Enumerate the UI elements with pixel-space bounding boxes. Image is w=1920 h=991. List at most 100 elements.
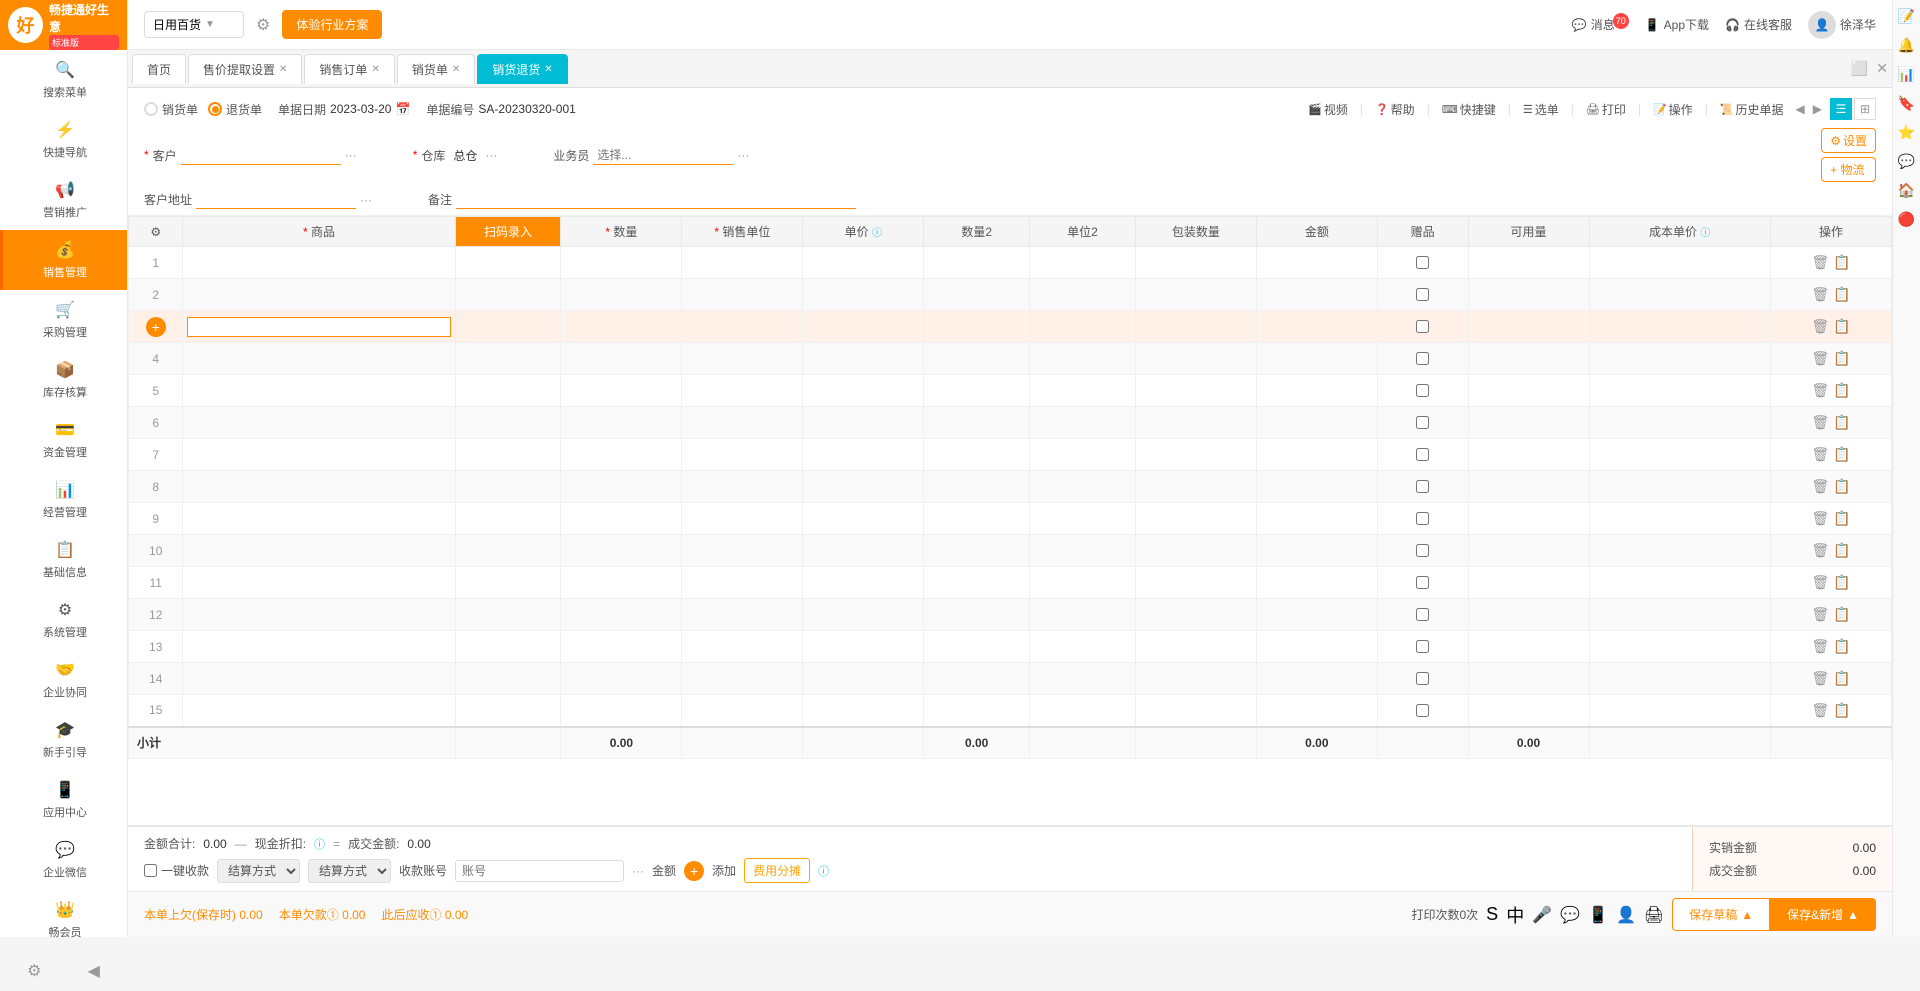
gift-checkbox-13[interactable] — [1416, 640, 1429, 653]
delete-icon-6[interactable]: 🗑 — [1811, 414, 1829, 431]
rp-star-icon[interactable]: ⭐ — [1898, 124, 1915, 141]
copy-icon-14[interactable]: 📋 — [1833, 670, 1850, 687]
copy-icon-9[interactable]: 📋 — [1833, 510, 1850, 527]
qty-cell-1[interactable] — [561, 247, 682, 279]
gift-checkbox-9[interactable] — [1416, 512, 1429, 525]
sidebar-item-sales[interactable]: 💰 销售管理 — [0, 230, 127, 290]
sidebar-item-system[interactable]: ⚙ 系统管理 — [0, 590, 127, 650]
one-click-pay-checkbox[interactable] — [144, 864, 157, 877]
sidebar-item-search[interactable]: 🔍 搜索菜单 — [0, 50, 127, 110]
rp-chart-icon[interactable]: 📊 — [1898, 66, 1915, 83]
copy-icon-11[interactable]: 📋 — [1833, 574, 1850, 591]
gift-checkbox-15[interactable] — [1416, 704, 1429, 717]
gift-checkbox-2[interactable] — [1416, 288, 1429, 301]
warehouse-select-btn[interactable]: ··· — [485, 148, 497, 162]
sidebar-item-basic-info[interactable]: 📋 基础信息 — [0, 530, 127, 590]
delete-icon-9[interactable]: 🗑 — [1811, 510, 1829, 527]
shortcut-btn[interactable]: ⌨ 快捷键 — [1438, 99, 1500, 120]
sidebar-item-operations[interactable]: 📊 经营管理 — [0, 470, 127, 530]
fee-split-btn[interactable]: 费用分摊 — [744, 858, 810, 883]
tab-maximize-icon[interactable]: ⬜ — [1851, 60, 1868, 77]
delete-icon-2[interactable]: 🗑 — [1811, 286, 1829, 303]
delete-icon-add[interactable]: 🗑 — [1811, 318, 1829, 335]
rp-chat-icon[interactable]: 💬 — [1898, 153, 1915, 170]
settings-btn[interactable]: ⚙ 设置 — [1821, 128, 1876, 153]
copy-icon-2[interactable]: 📋 — [1833, 286, 1850, 303]
sales-unit-cell-1[interactable] — [682, 247, 803, 279]
tab-sales-return[interactable]: 销货退货 ✕ — [477, 54, 567, 84]
remarks-input[interactable] — [456, 190, 856, 209]
gift-checkbox-add[interactable] — [1416, 320, 1429, 333]
copy-icon-13[interactable]: 📋 — [1833, 638, 1850, 655]
list-view-btn[interactable]: ☰ — [1830, 98, 1852, 120]
customer-address-input[interactable] — [196, 190, 356, 209]
grid-view-btn[interactable]: ⊞ — [1854, 98, 1876, 120]
sales-unit-cell-2[interactable] — [682, 279, 803, 311]
app-download-btn[interactable]: 📱 App下载 — [1645, 16, 1709, 33]
delete-icon-13[interactable]: 🗑 — [1811, 638, 1829, 655]
sidebar-item-quick-nav[interactable]: ⚡ 快捷导航 — [0, 110, 127, 170]
save-new-btn[interactable]: 保存&新增 ▲ — [1770, 898, 1876, 931]
th-settings[interactable]: ⚙ — [129, 217, 183, 247]
prev-record-icon[interactable]: ◀ — [1796, 102, 1805, 116]
sidebar-item-inventory[interactable]: 📦 库存核算 — [0, 350, 127, 410]
video-btn[interactable]: 🎬 视频 — [1304, 99, 1352, 120]
unit2-cell-2[interactable] — [1030, 279, 1136, 311]
amount-cell-1[interactable] — [1256, 247, 1377, 279]
gift-checkbox-12[interactable] — [1416, 608, 1429, 621]
pkg-qty-cell-add[interactable] — [1135, 311, 1256, 343]
experience-btn[interactable]: 体验行业方案 — [282, 10, 382, 39]
copy-icon-12[interactable]: 📋 — [1833, 606, 1850, 623]
qty-cell-add[interactable] — [561, 311, 682, 343]
customer-select-btn[interactable]: ··· — [345, 148, 357, 162]
account-input[interactable] — [455, 860, 624, 882]
delete-icon-10[interactable]: 🗑 — [1811, 542, 1829, 559]
industry-selector[interactable]: 日用百货 ▼ — [144, 11, 244, 38]
gift-checkbox-1[interactable] — [1416, 256, 1429, 269]
settlement-method-select[interactable]: 结算方式 — [217, 859, 300, 883]
logistics-btn[interactable]: + 物流 — [1821, 157, 1876, 182]
user-avatar[interactable]: 👤 徐泽华 — [1808, 11, 1876, 39]
product-cell-add[interactable] — [183, 311, 455, 343]
tab-close-sales-order[interactable]: ✕ — [371, 64, 379, 75]
address-select-btn[interactable]: ··· — [360, 193, 372, 207]
add-payment-btn[interactable]: + — [684, 861, 704, 881]
pkg-qty-cell-2[interactable] — [1135, 279, 1256, 311]
amount-cell-2[interactable] — [1256, 279, 1377, 311]
settings-bottom-icon[interactable]: ⚙ — [27, 961, 41, 981]
calc-method-select[interactable]: 结算方式 — [308, 859, 391, 883]
add-row-btn-cell[interactable]: + — [129, 311, 183, 343]
delete-icon-15[interactable]: 🗑 — [1811, 702, 1829, 719]
delete-icon-12[interactable]: 🗑 — [1811, 606, 1829, 623]
tab-sales-order[interactable]: 销售订单 ✕ — [304, 54, 394, 84]
collapse-icon[interactable]: ◀ — [88, 961, 100, 981]
gift-checkbox-4[interactable] — [1416, 352, 1429, 365]
qty2-cell-1[interactable] — [924, 247, 1030, 279]
message-btn[interactable]: 💬 消息 70 — [1572, 16, 1629, 33]
delete-icon-4[interactable]: 🗑 — [1811, 350, 1829, 367]
product-cell-1[interactable] — [183, 247, 455, 279]
save-draft-btn[interactable]: 保存草稿 ▲ — [1672, 898, 1770, 931]
salesperson-input[interactable] — [593, 146, 733, 165]
sidebar-item-finance[interactable]: 💳 资金管理 — [0, 410, 127, 470]
copy-icon-add[interactable]: 📋 — [1833, 318, 1850, 335]
gift-checkbox-8[interactable] — [1416, 480, 1429, 493]
delete-icon-14[interactable]: 🗑 — [1811, 670, 1829, 687]
copy-icon-1[interactable]: 📋 — [1833, 254, 1850, 271]
account-select-btn[interactable]: ··· — [632, 864, 644, 878]
unit-price-cell-add[interactable] — [803, 311, 924, 343]
qty2-cell-2[interactable] — [924, 279, 1030, 311]
product-input-add[interactable] — [187, 317, 450, 337]
sidebar-item-app-center[interactable]: 📱 应用中心 — [0, 770, 127, 830]
amount-cell-add[interactable] — [1256, 311, 1377, 343]
print-btn[interactable]: 🖨 打印 — [1582, 99, 1630, 120]
gift-checkbox-11[interactable] — [1416, 576, 1429, 589]
gift-checkbox-5[interactable] — [1416, 384, 1429, 397]
topbar-gear-icon[interactable]: ⚙ — [256, 15, 270, 35]
delete-icon-1[interactable]: 🗑 — [1811, 254, 1829, 271]
history-btn[interactable]: 📜 历史单据 — [1716, 99, 1788, 120]
copy-icon-10[interactable]: 📋 — [1833, 542, 1850, 559]
product-cell-2[interactable] — [183, 279, 455, 311]
sidebar-item-vip[interactable]: 👑 畅会员 — [0, 890, 127, 950]
unit-price-cell-1[interactable] — [803, 247, 924, 279]
